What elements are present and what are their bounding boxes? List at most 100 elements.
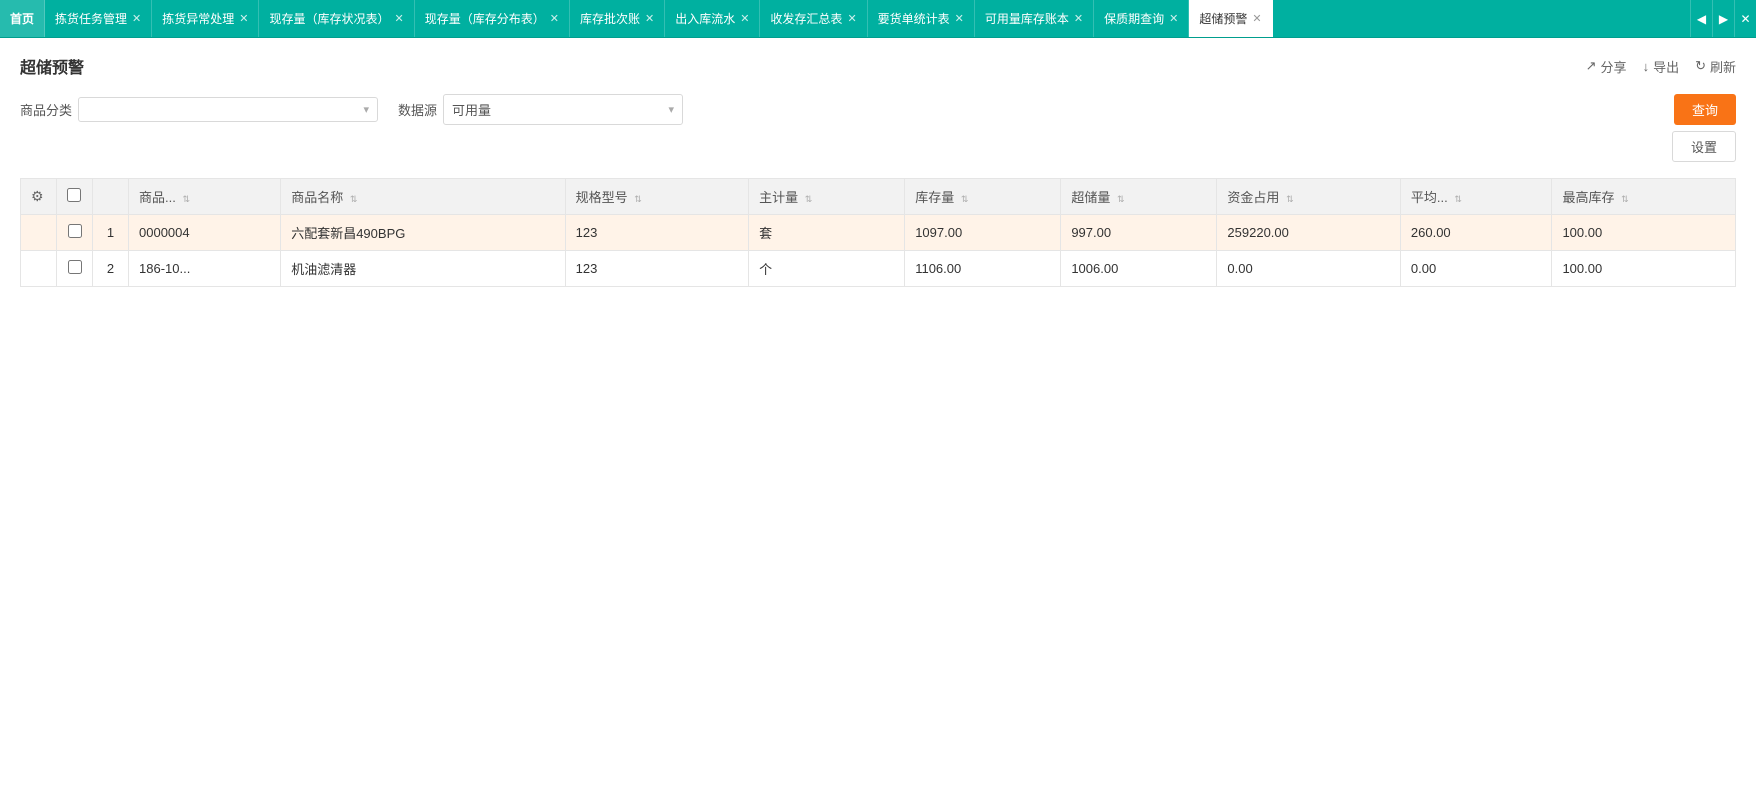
sort-icon: ⇅ (961, 194, 969, 204)
th-gear[interactable]: ⚙ (21, 179, 57, 215)
sort-icon: ⇅ (1286, 194, 1294, 204)
nav-tab-label: 要货单统计表 (878, 10, 950, 27)
nav-tab-close[interactable]: ✕ (395, 12, 404, 25)
nav-tab-stock-flow[interactable]: 出入库流水 ✕ (665, 0, 760, 37)
nav-tab-stock-batch[interactable]: 库存批次账 ✕ (570, 0, 665, 37)
refresh-icon: ↻ (1695, 58, 1706, 74)
gear-icon[interactable]: ⚙ (31, 188, 44, 204)
th-product-name[interactable]: 商品名称 ⇅ (281, 179, 565, 215)
th-checkbox (57, 179, 93, 215)
row-product-name: 六配套新昌490BPG (281, 215, 565, 251)
refresh-button[interactable]: ↻ 刷新 (1695, 57, 1736, 76)
nav-next-button[interactable]: ▶ (1712, 0, 1734, 37)
row-checkbox-cell[interactable] (57, 251, 93, 287)
row-spec: 123 (565, 215, 748, 251)
th-rownum (93, 179, 129, 215)
nav-tab-label: 拣货异常处理 (162, 10, 234, 27)
th-max-stock[interactable]: 最高库存 ⇅ (1552, 179, 1736, 215)
settings-button[interactable]: 设置 (1672, 131, 1736, 162)
nav-tab-stock-dist[interactable]: 现存量（库存分布表） ✕ (415, 0, 570, 37)
nav-tab-home-label: 首页 (10, 10, 34, 27)
row-unit: 套 (749, 215, 905, 251)
row-max-stock: 100.00 (1552, 251, 1736, 287)
select-all-checkbox[interactable] (67, 188, 81, 202)
nav-tab-close[interactable]: ✕ (1252, 12, 1261, 25)
nav-tab-avail-ledger[interactable]: 可用量库存账本 ✕ (975, 0, 1094, 37)
sort-icon: ⇅ (1454, 194, 1462, 204)
nav-tab-expiry-query[interactable]: 保质期查询 ✕ (1094, 0, 1189, 37)
row-stock-qty: 1097.00 (905, 215, 1061, 251)
nav-tab-label: 拣货任务管理 (55, 10, 127, 27)
category-filter-group: 商品分类 ▾ (20, 97, 378, 122)
nav-tab-order-stats[interactable]: 要货单统计表 ✕ (868, 0, 975, 37)
row-number: 1 (93, 215, 129, 251)
nav-tab-close[interactable]: ✕ (239, 12, 248, 25)
row-max-stock: 100.00 (1552, 215, 1736, 251)
nav-tab-label: 收发存汇总表 (770, 10, 842, 27)
share-button[interactable]: ↗ 分享 (1586, 57, 1627, 76)
th-avg-price[interactable]: 平均... ⇅ (1400, 179, 1552, 215)
row-checkbox[interactable] (68, 224, 82, 238)
page-content: 超储预警 ↗ 分享 ↓ 导出 ↻ 刷新 商品分类 ▾ (0, 38, 1756, 800)
nav-tab-label: 可用量库存账本 (985, 10, 1069, 27)
nav-tab-home[interactable]: 首页 (0, 0, 45, 37)
th-capital-used[interactable]: 资金占用 ⇅ (1217, 179, 1400, 215)
sort-icon: ⇅ (805, 194, 813, 204)
datasource-filter-group: 数据源 可用量 ▾ (398, 94, 683, 125)
action-buttons: 查询 设置 (1672, 94, 1736, 162)
sort-icon: ⇅ (634, 194, 642, 204)
nav-tab-label: 现存量（库存分布表） (425, 10, 545, 27)
row-overstock-qty: 997.00 (1061, 215, 1217, 251)
page-title: 超储预警 (20, 54, 84, 78)
row-overstock-qty: 1006.00 (1061, 251, 1217, 287)
nav-tab-close[interactable]: ✕ (1074, 12, 1083, 25)
row-spec: 123 (565, 251, 748, 287)
sort-icon: ⇅ (1117, 194, 1125, 204)
nav-tab-pick-task[interactable]: 拣货任务管理 ✕ (45, 0, 152, 37)
row-number: 2 (93, 251, 129, 287)
nav-close-all-button[interactable]: ✕ (1734, 0, 1756, 37)
share-icon: ↗ (1586, 58, 1597, 74)
query-button[interactable]: 查询 (1674, 94, 1736, 125)
datasource-filter-label: 数据源 (398, 100, 437, 119)
th-stock-qty[interactable]: 库存量 ⇅ (905, 179, 1061, 215)
category-filter-label: 商品分类 (20, 100, 72, 119)
row-unit: 个 (749, 251, 905, 287)
th-unit[interactable]: 主计量 ⇅ (749, 179, 905, 215)
data-table: ⚙ 商品... ⇅ 商品名称 ⇅ 规格型号 ⇅ (20, 178, 1736, 287)
row-gear-cell (21, 215, 57, 251)
datasource-select-value: 可用量 (452, 100, 491, 119)
nav-tab-overstock-alert[interactable]: 超储预警 ✕ (1189, 0, 1272, 37)
nav-tab-close[interactable]: ✕ (740, 12, 749, 25)
nav-tab-stock-status[interactable]: 现存量（库存状况表） ✕ (259, 0, 414, 37)
nav-tab-pick-exception[interactable]: 拣货异常处理 ✕ (152, 0, 259, 37)
category-chevron-icon: ▾ (363, 103, 369, 116)
table-row: 1 0000004 六配套新昌490BPG 123 套 1097.00 997.… (21, 215, 1736, 251)
header-actions: ↗ 分享 ↓ 导出 ↻ 刷新 (1586, 57, 1736, 76)
nav-tab-close[interactable]: ✕ (1169, 12, 1178, 25)
nav-tab-close[interactable]: ✕ (847, 12, 856, 25)
row-avg-price: 260.00 (1400, 215, 1552, 251)
datasource-chevron-icon: ▾ (669, 103, 675, 116)
th-product-code[interactable]: 商品... ⇅ (129, 179, 281, 215)
export-button[interactable]: ↓ 导出 (1643, 57, 1680, 76)
row-checkbox-cell[interactable] (57, 215, 93, 251)
row-product-code: 186-10... (129, 251, 281, 287)
table-row: 2 186-10... 机油滤清器 123 个 1106.00 1006.00 … (21, 251, 1736, 287)
row-product-name: 机油滤清器 (281, 251, 565, 287)
row-checkbox[interactable] (68, 260, 82, 274)
row-gear-cell (21, 251, 57, 287)
nav-tab-close[interactable]: ✕ (645, 12, 654, 25)
nav-tab-close[interactable]: ✕ (955, 12, 964, 25)
row-capital-used: 259220.00 (1217, 215, 1400, 251)
nav-prev-button[interactable]: ◀ (1690, 0, 1712, 37)
export-label: 导出 (1653, 57, 1679, 76)
th-overstock-qty[interactable]: 超储量 ⇅ (1061, 179, 1217, 215)
nav-tab-close[interactable]: ✕ (132, 12, 141, 25)
datasource-select[interactable]: 可用量 ▾ (443, 94, 683, 125)
category-select[interactable]: ▾ (78, 97, 378, 122)
sort-icon: ⇅ (350, 194, 358, 204)
nav-tab-recv-summary[interactable]: 收发存汇总表 ✕ (760, 0, 867, 37)
th-spec[interactable]: 规格型号 ⇅ (565, 179, 748, 215)
nav-tab-close[interactable]: ✕ (550, 12, 559, 25)
